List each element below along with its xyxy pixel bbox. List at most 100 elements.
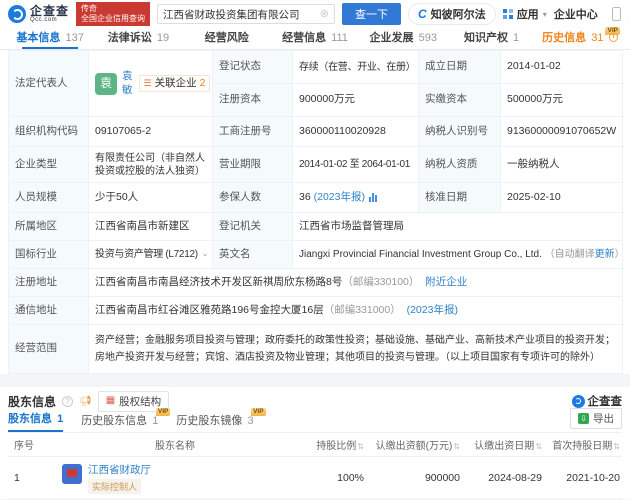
approval-label: 核准日期 (419, 183, 501, 213)
legal-rep-link[interactable]: 袁敏 (122, 70, 133, 97)
nearby-companies-link[interactable]: 附近企业 (425, 276, 467, 290)
related-companies-button[interactable]: ☰ 关联企业 2 (138, 74, 211, 93)
clear-icon[interactable]: ⊗ (320, 8, 329, 20)
enterprise-center-link[interactable]: 企业中心 (554, 6, 598, 22)
biz-reg-no-value: 360000110020928 (293, 117, 419, 147)
tax-id-label: 纳税人识别号 (419, 117, 501, 147)
reg-addr-cell: 江西省南昌市南昌经济技术开发区新祺周欣东杨路8号 （邮编330100） 附近企业 (89, 269, 623, 297)
col-date-label: 认缴出资日期 (474, 441, 535, 452)
col-date[interactable]: 认缴出资日期⇅ (460, 437, 542, 452)
shareholders-header: 股东信息 ? 📢︎ ▦ 股权结构 企查查 (8, 387, 622, 412)
tab-count: 137 (65, 32, 84, 44)
col-amount-label: 认缴出资额(万元) (375, 441, 453, 452)
col-no: 序号 (14, 441, 34, 452)
reg-addr-value: 江西省南昌市南昌经济技术开发区新祺周欣东杨路8号 (95, 275, 343, 288)
vip-badge: VIP (251, 408, 266, 416)
qcc-logo[interactable]: 企查查 Qcc.com (8, 5, 69, 23)
en-name-label: 英文名 (213, 241, 293, 269)
zhibi-alpha-button[interactable]: C 知彼阿尔法 (408, 3, 496, 25)
tab-label: 股东信息 (8, 413, 52, 425)
col-ratio-label: 持股比例 (316, 441, 357, 452)
chevron-down-icon[interactable]: ⌄ (202, 249, 209, 259)
company-type-value: 有限责任公司（非自然人投资或控股的法人独资） (89, 147, 213, 183)
tab-shareholders-history[interactable]: VIP 历史股东信息 1 (81, 408, 171, 432)
qcc-watermark: 企查查 (571, 393, 622, 409)
tab-label: 基本信息 (16, 32, 61, 44)
tab-history[interactable]: VIP 历史信息 31 (536, 27, 624, 49)
insured-value-cell: 36 (2023年报) (293, 183, 419, 213)
shareholder-link[interactable]: 江西省财政厅 (88, 462, 151, 477)
staff-label: 人员规模 (9, 183, 89, 213)
reg-addr-label: 注册地址 (9, 269, 89, 297)
industry-label: 国标行业 (9, 241, 89, 269)
avatar: 袁 (95, 72, 117, 95)
export-button[interactable]: ⇩ 导出 (570, 408, 622, 429)
reg-addr-zip: （邮编330100） (342, 275, 420, 288)
tab-label: 企业发展 (369, 32, 414, 44)
reg-capital-label: 注册资本 (213, 84, 293, 117)
biz-term-label: 营业期限 (213, 147, 293, 183)
col-first[interactable]: 首次持股日期⇅ (542, 437, 622, 452)
tab-development[interactable]: 企业发展 593 (359, 28, 447, 49)
tab-legal[interactable]: 法律诉讼 19 (94, 28, 182, 49)
row-first-date: 2021-10-20 (566, 471, 620, 484)
sort-icon[interactable]: ⇅ (535, 442, 542, 451)
clock-icon (608, 33, 618, 42)
shareholder-name-cell: 江西省财政厅 实际控制人 (50, 462, 300, 494)
tab-shareholders-mirror[interactable]: VIP 历史股东镜像 3 (176, 408, 266, 432)
paid-capital-value: 500000万元 (501, 84, 623, 117)
tab-label: 历史信息 (542, 32, 587, 44)
taxpayer-label: 纳税人资质 (419, 147, 501, 183)
chevron-down-icon: ▾ (542, 9, 547, 19)
tab-basic-info[interactable]: 基本信息 137 (6, 28, 94, 49)
annual-report-link[interactable]: (2023年报) (407, 304, 458, 318)
tab-count: 1 (152, 415, 159, 427)
mail-addr-value: 江西省南昌市红谷滩区雅苑路196号金控大厦16层 (95, 303, 324, 316)
tab-ip[interactable]: 知识产权 1 (447, 28, 535, 49)
shareholders-section: 股东信息 ? 📢︎ ▦ 股权结构 企查查 股东信息 1 VIP 历史股东信息 1… (0, 387, 630, 499)
tab-count: 111 (331, 32, 348, 44)
trend-chart-icon[interactable] (368, 193, 377, 202)
apps-menu[interactable]: 应用 ▾ (502, 6, 547, 22)
basic-info-section: 法定代表人 袁 袁敏 ☰ 关联企业 2 登记状态 存续（在营、开业、在册） 成立… (0, 50, 630, 374)
col-first-label: 首次持股日期 (552, 441, 613, 452)
sort-icon[interactable]: ⇅ (357, 442, 364, 451)
sort-icon[interactable]: ⇅ (613, 442, 620, 451)
translate-update-link[interactable]: 更新 (595, 248, 615, 261)
tab-count: 1 (57, 413, 64, 425)
promo-line1: 传奇 (81, 4, 98, 13)
sort-icon[interactable]: ⇅ (453, 442, 460, 451)
apps-label: 应用 (516, 9, 539, 21)
col-ratio[interactable]: 持股比例⇅ (300, 437, 364, 452)
authority-label: 登记机关 (213, 213, 293, 241)
scope-value: 资产经营；金融服务项目投资与管理；政府委托的政策性投资；基础设施、基础产业、高新… (89, 325, 623, 374)
shareholders-title: 股东信息 (8, 394, 57, 409)
tab-count: 19 (156, 32, 170, 44)
shareholder-logo (62, 463, 82, 484)
insured-count: 36 (299, 190, 311, 203)
annual-report-link[interactable]: (2023年报) (314, 191, 365, 205)
search-button[interactable]: 查一下 (342, 3, 402, 25)
tab-operation[interactable]: 经营信息 111 (271, 28, 359, 49)
help-icon[interactable]: ? (62, 395, 74, 407)
col-amount[interactable]: 认缴出资额(万元)⇅ (364, 437, 460, 452)
taxpayer-value: 一般纳税人 (501, 147, 623, 183)
tab-shareholders-current[interactable]: 股东信息 1 (8, 410, 64, 432)
mobile-app-icon[interactable] (611, 7, 621, 21)
qcc-logo-icon (571, 394, 585, 408)
legal-rep-label: 法定代表人 (9, 51, 89, 117)
biz-term-value: 2014-01-02 至 2064-01-01 (293, 147, 419, 183)
shareholders-tabbar: 股东信息 1 VIP 历史股东信息 1 VIP 历史股东镜像 3 ⇩ 导出 (8, 408, 622, 433)
col-name: 股东名称 (155, 441, 195, 452)
staff-value: 少于50人 (89, 183, 213, 213)
en-name-cell: Jiangxi Provincial Financial Investment … (293, 241, 623, 269)
tab-risk[interactable]: 经营风险 (183, 28, 271, 49)
enterprise-center-label: 企业中心 (553, 9, 598, 21)
tab-count: 3 (247, 415, 254, 427)
reg-status-value: 存续（在营、开业、在册） (293, 51, 419, 84)
search-box[interactable]: ⊗ (157, 4, 336, 24)
search-input[interactable] (163, 8, 316, 20)
authority-value: 江西省市场监督管理局 (293, 213, 623, 241)
tab-label: 知识产权 (463, 32, 508, 44)
announcement-icon[interactable]: 📢︎ (79, 396, 92, 407)
